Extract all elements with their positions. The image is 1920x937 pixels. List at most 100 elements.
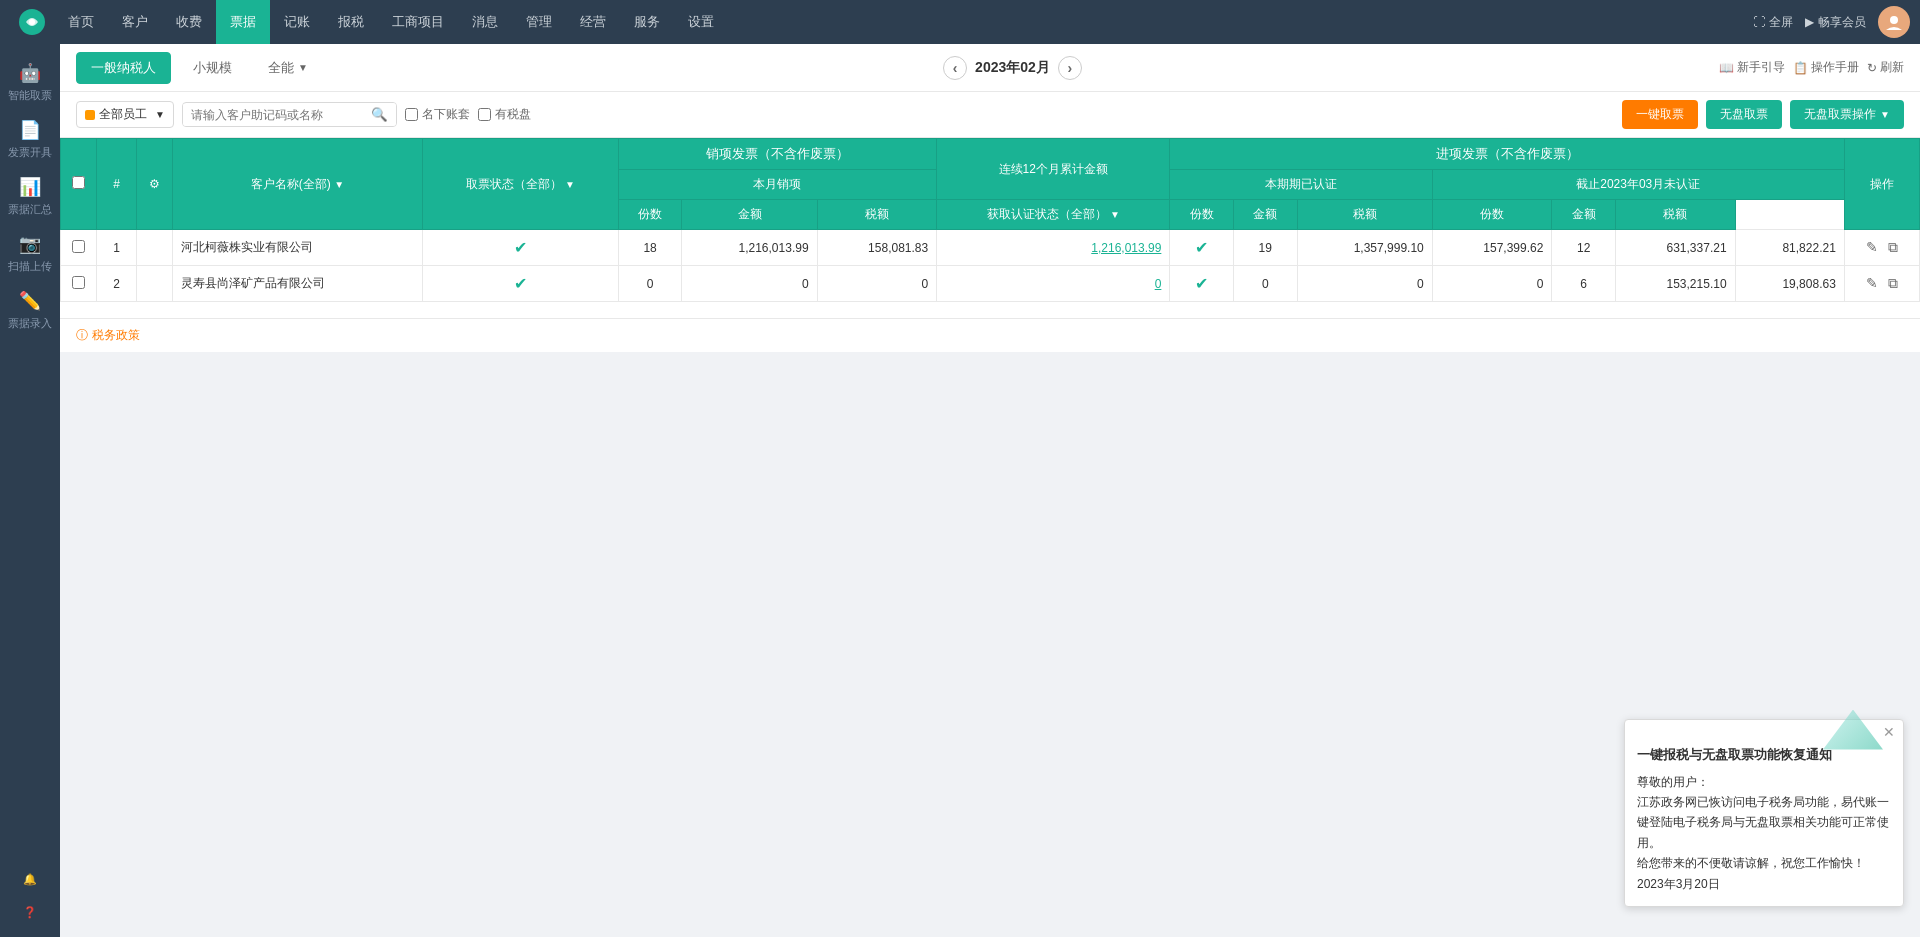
nav-customer[interactable]: 客户: [108, 0, 162, 44]
row-actions-settings: [137, 266, 173, 302]
sidebar-item-summary[interactable]: 📊 票据汇总: [0, 168, 60, 225]
notification-popup: ✕ 一键报税与无盘取票功能恢复通知 尊敬的用户： 江苏政务网已恢访问电子税务局功…: [1624, 719, 1904, 907]
col-header-lianxu: 连续12个月累计金额: [937, 139, 1170, 200]
one-click-ticket-btn[interactable]: 一键取票: [1622, 100, 1698, 129]
nav-items: 首页 客户 收费 票据 记账 报税 工商项目 消息 管理 经营 服务 设置: [54, 0, 1753, 44]
vip-btn[interactable]: ▶ 畅享会员: [1805, 14, 1866, 31]
row-wei-fenshu: 12: [1552, 230, 1616, 266]
row-jin-ben-shuie: 0: [1432, 266, 1552, 302]
sidebar-item-smart-ticket[interactable]: 🤖 智能取票: [0, 54, 60, 111]
qu-filter-icon[interactable]: ▼: [565, 179, 575, 190]
col-header-wei-fenshu: 份数: [1432, 200, 1552, 230]
no-disk-ticket-btn[interactable]: 无盘取票: [1706, 100, 1782, 129]
lianxu-link[interactable]: 1,216,013.99: [1091, 241, 1161, 255]
row-ben-fenshu: 0: [618, 266, 682, 302]
row-no: 1: [97, 230, 137, 266]
sidebar-item-ticket-entry[interactable]: ✏️ 票据录入: [0, 282, 60, 339]
app-logo[interactable]: [10, 8, 54, 36]
sidebar-help[interactable]: ❓: [0, 898, 60, 927]
nav-bookkeeping[interactable]: 记账: [270, 0, 324, 44]
tab-actions: 📖 新手引导 📋 操作手册 ↻ 刷新: [1719, 59, 1904, 76]
col-group-jin: 进项发票（不含作废票）: [1170, 139, 1844, 170]
no-disk-ops-btn[interactable]: 无盘取票操作 ▼: [1790, 100, 1904, 129]
sidebar-notification[interactable]: 🔔: [0, 865, 60, 894]
settings-icon[interactable]: ⚙: [149, 177, 160, 191]
popup-content[interactable]: 尊敬的用户： 江苏政务网已恢访问电子税务局功能，易代账一键登陆电子税务局与无盘取…: [1637, 772, 1891, 894]
refresh-icon: ↻: [1867, 61, 1877, 75]
col-header-no: #: [97, 139, 137, 230]
my-account-checkbox[interactable]: [405, 108, 418, 121]
nav-manage[interactable]: 管理: [512, 0, 566, 44]
tax-disk-checkbox[interactable]: [478, 108, 491, 121]
sidebar-item-scan-upload[interactable]: 📷 扫描上传: [0, 225, 60, 282]
fullscreen-btn[interactable]: ⛶ 全屏: [1753, 14, 1793, 31]
tax-policy-link[interactable]: ⓘ 税务政策: [76, 327, 140, 344]
nav-settings[interactable]: 设置: [674, 0, 728, 44]
employee-select[interactable]: 全部员工 ▼: [76, 101, 174, 128]
row-ben-fenshu: 18: [618, 230, 682, 266]
tab-general-taxpayer[interactable]: 一般纳税人: [76, 52, 171, 84]
nav-message[interactable]: 消息: [458, 0, 512, 44]
sidebar-item-issue-invoice[interactable]: 📄 发票开具: [0, 111, 60, 168]
info-icon: ⓘ: [76, 327, 88, 344]
select-all-checkbox[interactable]: [72, 176, 85, 189]
new-guide-btn[interactable]: 📖 新手引导: [1719, 59, 1785, 76]
dropdown-arrow-icon: ▼: [1880, 109, 1890, 120]
row-ren-status: ✔: [1170, 230, 1234, 266]
copy-btn[interactable]: ⧉: [1888, 239, 1898, 255]
row-select-checkbox[interactable]: [72, 240, 85, 253]
period-prev-btn[interactable]: ‹: [943, 56, 967, 80]
manual-btn[interactable]: 📋 操作手册: [1793, 59, 1859, 76]
nav-invoice[interactable]: 票据: [216, 0, 270, 44]
nav-tax[interactable]: 报税: [324, 0, 378, 44]
row-checkbox[interactable]: [61, 230, 97, 266]
nav-fee[interactable]: 收费: [162, 0, 216, 44]
period-next-btn[interactable]: ›: [1058, 56, 1082, 80]
help-icon: ❓: [23, 906, 37, 919]
row-wei-shuie: 19,808.63: [1735, 266, 1844, 302]
sidebar: 🤖 智能取票 📄 发票开具 📊 票据汇总 📷 扫描上传 ✏️ 票据录入 🔔 ❓: [0, 44, 60, 937]
filter-icon[interactable]: ▼: [334, 179, 344, 190]
refresh-btn[interactable]: ↻ 刷新: [1867, 59, 1904, 76]
search-input[interactable]: [183, 104, 363, 126]
nav-operation[interactable]: 经营: [566, 0, 620, 44]
ren-filter-icon[interactable]: ▼: [1110, 209, 1120, 220]
lianxu-link[interactable]: 0: [1155, 277, 1162, 291]
tax-disk-filter[interactable]: 有税盘: [478, 106, 531, 123]
nav-home[interactable]: 首页: [54, 0, 108, 44]
col-subgroup-ben-yue: 本月销项: [618, 170, 936, 200]
my-account-filter[interactable]: 名下账套: [405, 106, 470, 123]
tab-all-capability[interactable]: 全能 ▼: [254, 53, 322, 83]
nav-business[interactable]: 工商项目: [378, 0, 458, 44]
svg-point-2: [1890, 16, 1898, 24]
edit-btn[interactable]: ✎: [1866, 275, 1878, 291]
row-jin-ben-fenshu: 0: [1233, 266, 1297, 302]
row-jin-ben-fenshu: 19: [1233, 230, 1297, 266]
notification-icon: 🔔: [23, 873, 37, 886]
row-checkbox[interactable]: [61, 266, 97, 302]
period-selector: ‹ 2023年02月 ›: [943, 56, 1082, 80]
issue-invoice-icon: 📄: [19, 119, 41, 141]
col-header-qu-status: 取票状态（全部） ▼: [422, 139, 618, 230]
invoice-table: # ⚙ 客户名称(全部) ▼ 取票状态（全部） ▼ 销项发票（不含作废票） 连续…: [60, 138, 1920, 302]
edit-btn[interactable]: ✎: [1866, 239, 1878, 255]
popup-close-btn[interactable]: ✕: [1883, 724, 1895, 740]
copy-btn[interactable]: ⧉: [1888, 275, 1898, 291]
row-ops: ✎ ⧉: [1844, 230, 1919, 266]
row-select-checkbox[interactable]: [72, 276, 85, 289]
row-ops: ✎ ⧉: [1844, 266, 1919, 302]
search-button[interactable]: 🔍: [363, 103, 396, 126]
page-footer: ⓘ 税务政策: [60, 318, 1920, 352]
row-wei-jine: 631,337.21: [1615, 230, 1735, 266]
row-wei-jine: 153,215.10: [1615, 266, 1735, 302]
nav-right: ⛶ 全屏 ▶ 畅享会员: [1753, 6, 1910, 38]
row-jin-ben-jine: 0: [1297, 266, 1432, 302]
row-ben-jine: 1,216,013.99: [682, 230, 817, 266]
col-header-xiao-fenshu: 份数: [618, 200, 682, 230]
row-actions-settings: [137, 230, 173, 266]
row-ben-shuie: 0: [817, 266, 937, 302]
tab-small-scale[interactable]: 小规模: [179, 53, 246, 83]
sidebar-bottom: 🔔 ❓: [0, 865, 60, 937]
user-avatar[interactable]: [1878, 6, 1910, 38]
nav-service[interactable]: 服务: [620, 0, 674, 44]
